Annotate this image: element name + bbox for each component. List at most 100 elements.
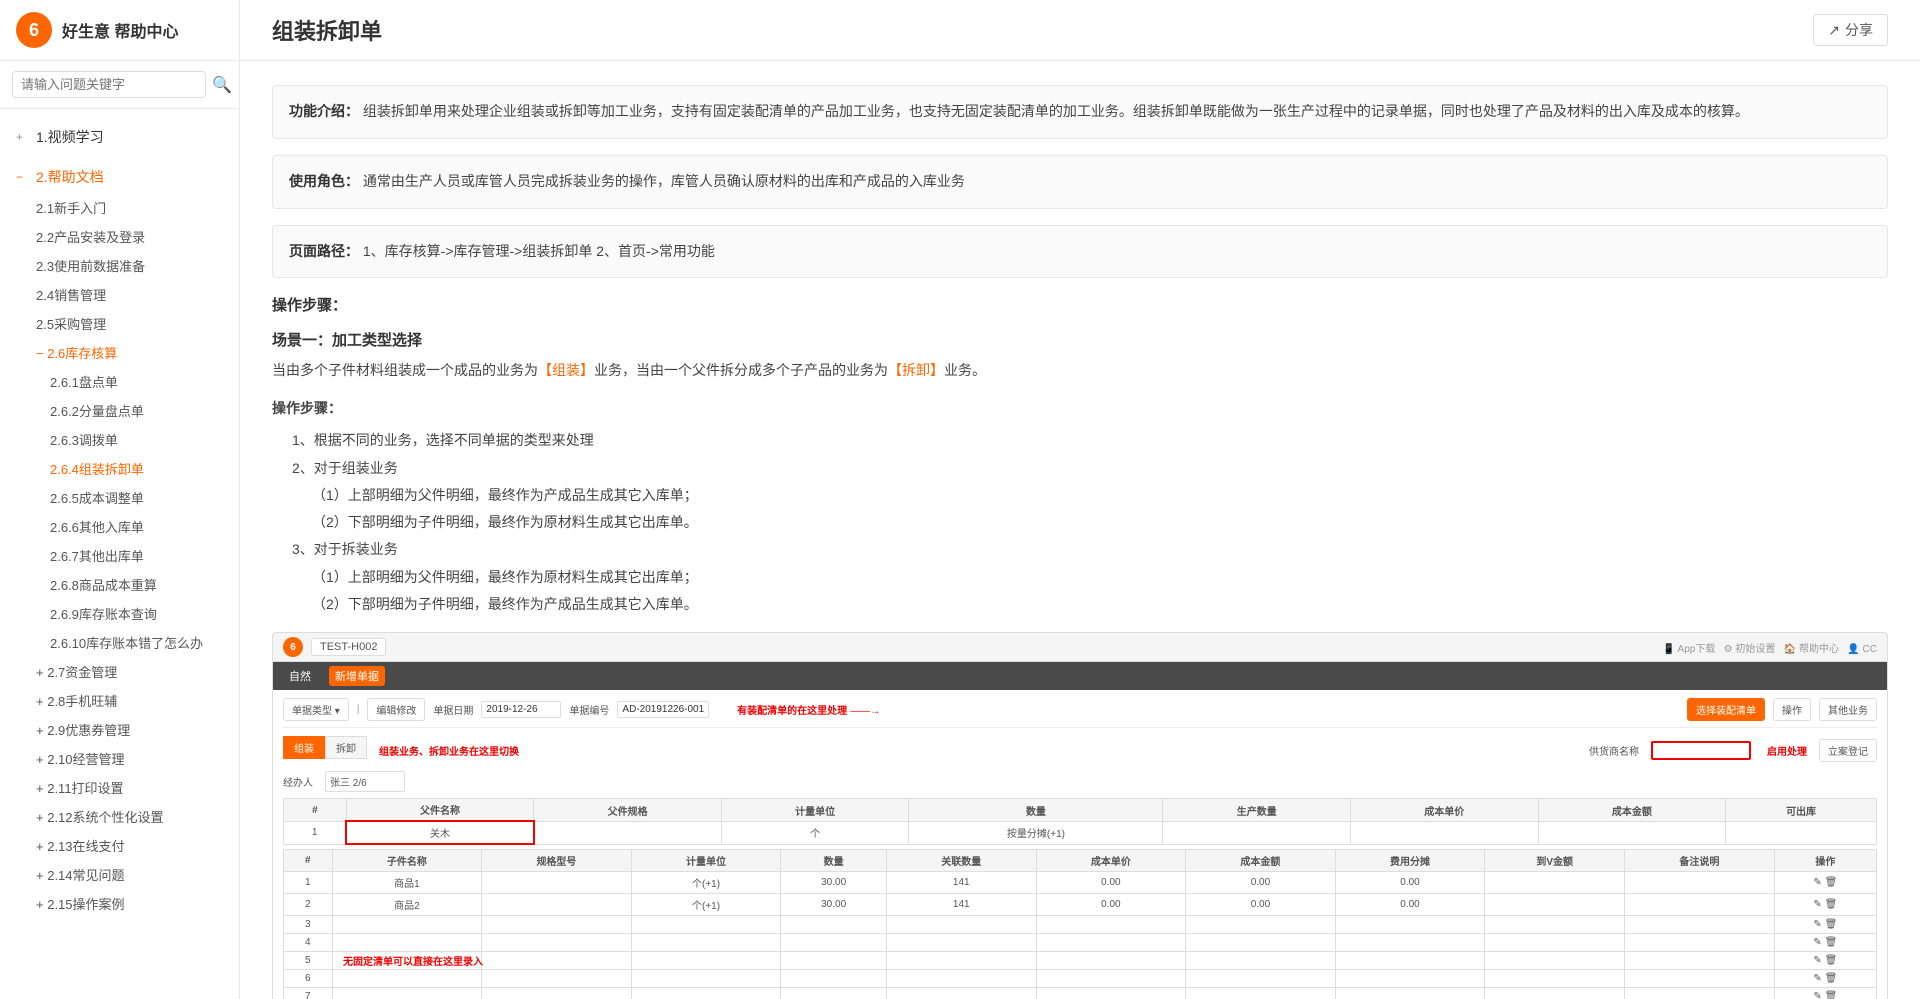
sidebar: 6 好生意 帮助中心 🔍 + 1.视频学习 − 2.帮助文档 2.1新手入门 — [0, 0, 240, 999]
operator-row: 经办人 张三 2/6 — [283, 771, 1877, 792]
sidebar-item-mobile[interactable]: + 2.8手机旺辅 — [0, 686, 239, 715]
sidebar-item-other-out[interactable]: 2.6.7其他出库单 — [0, 541, 239, 570]
cell-can-out — [1726, 821, 1877, 844]
cell-unit: 个 — [721, 821, 909, 844]
mock-content: 单据类型 ▾ | 编辑修改 单据日期 2019-12-26 单据编号 AD-20… — [273, 690, 1887, 999]
sidebar-item-inventory[interactable]: − 2.6库存核算 — [0, 338, 239, 367]
docs-subitems: 2.1新手入门 2.2产品安装及登录 2.3使用前数据准备 2.4销售管理 2.… — [0, 193, 239, 918]
sidebar-item-cases[interactable]: + 2.15操作案例 — [0, 889, 239, 918]
nav-section-docs: − 2.帮助文档 2.1新手入门 2.2产品安装及登录 2.3使用前数据准备 2… — [0, 157, 239, 922]
main-header: 组装拆卸单 ↗ 分享 — [240, 0, 1920, 61]
col-c-cost-price: 成本单价 — [1036, 850, 1186, 872]
mock-btn-edit: 编辑修改 — [367, 698, 425, 721]
tabs-row: 组装 拆卸 组装业务、拆卸业务在这里切换 供货商名称 启用处理 立案登记 — [283, 736, 1877, 765]
search-input[interactable] — [12, 71, 206, 98]
sidebar-item-cost-adjust[interactable]: 2.6.5成本调整单 — [0, 483, 239, 512]
mock-toolbar: 单据类型 ▾ | 编辑修改 单据日期 2019-12-26 单据编号 AD-20… — [283, 698, 1877, 728]
sidebar-item-faq[interactable]: + 2.14常见问题 — [0, 860, 239, 889]
mock-no: AD-20191226-001 — [617, 701, 709, 718]
share-icon: ↗ — [1828, 22, 1840, 39]
table-row: 7✎ 🗑 — [284, 988, 1877, 999]
page-title: 组装拆卸单 — [272, 14, 382, 46]
sidebar-item-custom[interactable]: + 2.12系统个性化设置 — [0, 802, 239, 831]
col-qty: 数量 — [909, 799, 1163, 822]
sidebar-item-cost-calc[interactable]: 2.6.8商品成本重算 — [0, 570, 239, 599]
mock-date: 2019-12-26 — [481, 701, 561, 718]
sidebar-item-stocktake[interactable]: 2.6.1盘点单 — [0, 367, 239, 396]
sidebar-item-ops[interactable]: + 2.10经营管理 — [0, 744, 239, 773]
col-c-unit: 计量单位 — [631, 850, 781, 872]
cell-parent-name: 关木 — [346, 821, 534, 844]
mock-nav-new: 新增单据 — [329, 666, 385, 686]
table-row: 6✎ 🗑 — [284, 970, 1877, 988]
table-row: 1 关木 个 按量分摊(+1) — [284, 821, 1877, 844]
col-c-cost-amt: 成本金额 — [1186, 850, 1336, 872]
highlight-disassembly: 【拆卸】 — [888, 362, 944, 378]
sidebar-item-coupon[interactable]: + 2.9优惠券管理 — [0, 715, 239, 744]
mock-type-tabs: 组装 拆卸 — [283, 736, 367, 759]
table-row: 5✎ 🗑 — [284, 952, 1877, 970]
path-section: 页面路径： 1、库存核算->库存管理->组装拆卸单 2、首页->常用功能 — [272, 225, 1888, 279]
mock-logo: 6 — [283, 637, 303, 657]
mock-nav: 自然 新增单据 — [273, 662, 1887, 690]
col-c-ops: 操作 — [1774, 850, 1876, 872]
table-row: 4✎ 🗑 — [284, 934, 1877, 952]
col-cost-price: 成本单价 — [1351, 799, 1539, 822]
path-text: 1、库存核算->库存管理->组装拆卸单 2、首页->常用功能 — [363, 243, 715, 259]
role-label: 使用角色： — [289, 173, 359, 189]
step3-sub2: （2）下部明细为子件明细，最终作为产成品生成其它入库单。 — [312, 593, 1888, 617]
col-c-no: # — [284, 850, 333, 872]
mock-screen-inner: 6 TEST-H002 📱 App下载 ⚙ 初始设置 🏠 帮助中心 👤 CC 自… — [273, 633, 1887, 999]
col-c-name: 子件名称 — [332, 850, 482, 872]
sidebar-item-payment[interactable]: + 2.13在线支付 — [0, 831, 239, 860]
sidebar-item-account-check[interactable]: 2.6.9库存账本查询 — [0, 599, 239, 628]
ops-steps-label: 操作步骤： — [272, 396, 1888, 421]
col-c-v-amt: 到V金额 — [1485, 850, 1625, 872]
sidebar-item-purchase[interactable]: 2.5采购管理 — [0, 309, 239, 338]
annotation2-text: 组装业务、拆卸业务在这里切换 — [379, 743, 519, 758]
mock-btn-confirm: 其他业务 — [1819, 698, 1877, 721]
plus-icon: + — [16, 130, 30, 144]
sidebar-item-data-prep[interactable]: 2.3使用前数据准备 — [0, 251, 239, 280]
nav-section-video: + 1.视频学习 — [0, 117, 239, 157]
sidebar-item-video[interactable]: + 1.视频学习 — [0, 121, 239, 153]
path-label: 页面路径： — [289, 243, 359, 259]
col-cost-amt: 成本金额 — [1538, 799, 1726, 822]
highlight-assembly: 【组装】 — [538, 362, 594, 378]
mock-topbar-icons: 📱 App下载 ⚙ 初始设置 🏠 帮助中心 👤 CC — [1663, 640, 1877, 655]
col-c-qty: 数量 — [781, 850, 887, 872]
role-section: 使用角色： 通常由生产人员或库管人员完成拆装业务的操作，库管人员确认原材料的出库… — [272, 155, 1888, 209]
mock-table-child: # 子件名称 规格型号 计量单位 数量 关联数量 成本单价 成本金额 费用分摊 — [283, 849, 1877, 999]
mock-supplier — [1651, 741, 1751, 760]
sidebar-item-install[interactable]: 2.2产品安装及登录 — [0, 222, 239, 251]
sidebar-item-assembly[interactable]: 2.6.4组装拆卸单 — [0, 454, 239, 483]
cell-cost-price — [1351, 821, 1539, 844]
step2-sub1: （1）上部明细为父件明细，最终作为产成品生成其它入库单； — [312, 484, 1888, 508]
sidebar-item-fund[interactable]: + 2.7资金管理 — [0, 657, 239, 686]
mock-tab-assembly: 组装 — [283, 736, 325, 759]
sidebar-item-docs[interactable]: − 2.帮助文档 — [0, 161, 239, 193]
sidebar-item-other-in[interactable]: 2.6.6其他入库单 — [0, 512, 239, 541]
sidebar-item-error[interactable]: 2.6.10库存账本错了怎么办 — [0, 628, 239, 657]
annotation-area1: 有装配清单的在这里处理 ——→ — [717, 702, 1679, 717]
col-unit: 计量单位 — [721, 799, 909, 822]
sidebar-item-split[interactable]: 2.6.2分量盘点单 — [0, 396, 239, 425]
cell-no: 1 — [284, 821, 347, 844]
sidebar-item-sales[interactable]: 2.4销售管理 — [0, 280, 239, 309]
col-prod-qty: 生产数量 — [1163, 799, 1351, 822]
child-table-wrapper: # 子件名称 规格型号 计量单位 数量 关联数量 成本单价 成本金额 费用分摊 — [283, 849, 1877, 999]
col-c-fee: 费用分摊 — [1335, 850, 1485, 872]
sidebar-item-print[interactable]: + 2.11打印设置 — [0, 773, 239, 802]
sidebar-nav: + 1.视频学习 − 2.帮助文档 2.1新手入门 2.2产品安装及登录 2.3… — [0, 109, 239, 999]
step2-subs: （1）上部明细为父件明细，最终作为产成品生成其它入库单； （2）下部明细为子件明… — [312, 484, 1888, 535]
sidebar-item-newbie[interactable]: 2.1新手入门 — [0, 193, 239, 222]
feature-intro-text: 组装拆卸单用来处理企业组装或拆卸等加工业务，支持有固定装配清单的产品加工业务，也… — [363, 103, 1749, 119]
col-parent-name: 父件名称 — [346, 799, 534, 822]
search-button[interactable]: 🔍 — [212, 75, 232, 95]
sidebar-item-adjust[interactable]: 2.6.3调拨单 — [0, 425, 239, 454]
table-row: 1 商品1 个(+1) 30.00 141 0.00 0.00 0.00 — [284, 872, 1877, 894]
app-logo: 6 — [16, 12, 52, 48]
mock-table-parent: # 父件名称 父件规格 计量单位 数量 生产数量 成本单价 成本金额 可出库 — [283, 798, 1877, 845]
annotation1-text: 有装配清单的在这里处理 — [737, 706, 847, 717]
share-button[interactable]: ↗ 分享 — [1813, 14, 1888, 46]
